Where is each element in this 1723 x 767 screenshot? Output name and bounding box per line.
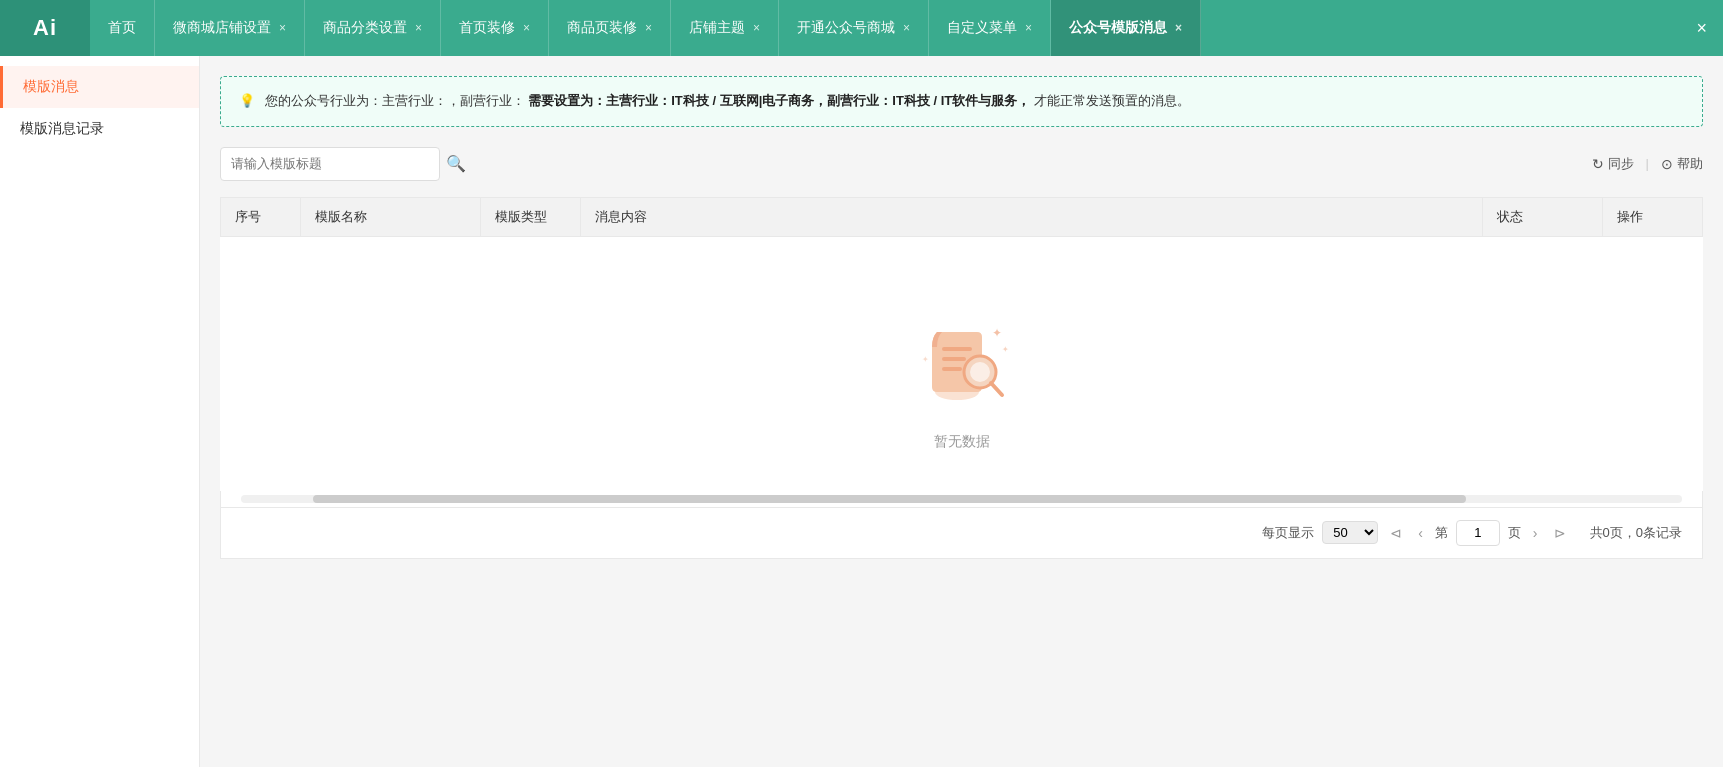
tab-close-icon[interactable]: × [1025, 21, 1032, 35]
search-icon: 🔍 [446, 155, 466, 172]
svg-rect-1 [942, 347, 972, 351]
col-header-status: 状态 [1483, 197, 1603, 236]
svg-rect-3 [942, 367, 962, 371]
notice-prefix: 您的公众号行业为：主营行业：，副营行业： [265, 93, 525, 108]
tab-home[interactable]: 首页 [90, 0, 155, 56]
svg-line-6 [991, 383, 1002, 395]
tab-bar: Ai 首页微商城店铺设置×商品分类设置×首页装修×商品页装修×店铺主题×开通公众… [0, 0, 1723, 56]
tab-open-wechat[interactable]: 开通公众号商城 × [779, 0, 929, 56]
scroll-bar-container [220, 491, 1703, 508]
data-table: 序号模版名称模版类型消息内容状态操作 [220, 197, 1703, 491]
notice-icon: 💡 [239, 93, 255, 108]
tab-weshop-settings[interactable]: 微商城店铺设置 × [155, 0, 305, 56]
scroll-bar-track [241, 495, 1682, 503]
sidebar: 模版消息模版消息记录 [0, 56, 200, 767]
tab-label: 公众号模版消息 [1069, 19, 1167, 37]
empty-text: 暂无数据 [934, 433, 990, 451]
toolbar-right: ↻ 同步 | ⊙ 帮助 [1592, 155, 1703, 173]
tab-label: 商品页装修 [567, 19, 637, 37]
page-label: 第 [1435, 524, 1448, 542]
tab-close-icon[interactable]: × [1175, 21, 1182, 35]
svg-point-5 [970, 362, 990, 382]
svg-text:✦: ✦ [922, 355, 929, 364]
tab-close-icon[interactable]: × [645, 21, 652, 35]
help-button[interactable]: ⊙ 帮助 [1661, 155, 1703, 173]
svg-text:✦: ✦ [1002, 345, 1009, 354]
svg-text:✦: ✦ [992, 326, 1002, 340]
page-size-select[interactable]: 102050100 [1322, 521, 1378, 544]
first-page-button[interactable]: ⊲ [1386, 523, 1406, 543]
next-page-button[interactable]: › [1529, 523, 1542, 543]
empty-illustration: ✦ ✦ ✦ [902, 297, 1022, 417]
empty-state: ✦ ✦ ✦ 暂无数据 [221, 237, 1703, 491]
scroll-bar-thumb[interactable] [313, 495, 1466, 503]
col-header-message-content: 消息内容 [581, 197, 1483, 236]
notice-highlight: 需要设置为：主营行业：IT科技 / 互联网|电子商务，副营行业：IT科技 / I… [528, 93, 1030, 108]
toolbar-divider: | [1646, 156, 1649, 171]
sync-icon: ↻ [1592, 156, 1604, 172]
tab-label: 店铺主题 [689, 19, 745, 37]
svg-rect-2 [942, 357, 966, 361]
page-suffix: 页 [1508, 524, 1521, 542]
tab-close-icon[interactable]: × [415, 21, 422, 35]
prev-page-button[interactable]: ‹ [1414, 523, 1427, 543]
tab-label: 首页装修 [459, 19, 515, 37]
sync-button[interactable]: ↻ 同步 [1592, 155, 1634, 173]
tab-close-icon[interactable]: × [523, 21, 530, 35]
col-header-template-type: 模版类型 [481, 197, 581, 236]
tab-close-icon[interactable]: × [753, 21, 760, 35]
close-all-button[interactable]: × [1680, 18, 1723, 39]
content-area: 💡 您的公众号行业为：主营行业：，副营行业： 需要设置为：主营行业：IT科技 /… [200, 56, 1723, 767]
sync-label: 同步 [1608, 155, 1634, 173]
search-bar: 🔍 ↻ 同步 | ⊙ 帮助 [220, 147, 1703, 181]
tab-label: 首页 [108, 19, 136, 37]
main-container: 模版消息模版消息记录 💡 您的公众号行业为：主营行业：，副营行业： 需要设置为：… [0, 56, 1723, 767]
tab-label: 开通公众号商城 [797, 19, 895, 37]
logo: Ai [0, 0, 90, 56]
help-label: 帮助 [1677, 155, 1703, 173]
total-label: 共0页，0条记录 [1590, 524, 1682, 542]
sidebar-item-template-message[interactable]: 模版消息 [0, 66, 199, 108]
logo-text: Ai [33, 15, 57, 41]
tab-product-category[interactable]: 商品分类设置 × [305, 0, 441, 56]
last-page-button[interactable]: ⊳ [1550, 523, 1570, 543]
notice-suffix: 才能正常发送预置的消息。 [1034, 93, 1190, 108]
notice-box: 💡 您的公众号行业为：主营行业：，副营行业： 需要设置为：主营行业：IT科技 /… [220, 76, 1703, 127]
search-button[interactable]: 🔍 [446, 154, 466, 173]
tab-custom-menu[interactable]: 自定义菜单 × [929, 0, 1051, 56]
tab-label: 商品分类设置 [323, 19, 407, 37]
col-header-template-name: 模版名称 [301, 197, 481, 236]
sidebar-item-template-record[interactable]: 模版消息记录 [0, 108, 199, 150]
tab-template-msg[interactable]: 公众号模版消息 × [1051, 0, 1201, 56]
pagination: 每页显示 102050100 ⊲ ‹ 第 页 › ⊳ 共0页，0条记录 [220, 508, 1703, 559]
tab-product-decor[interactable]: 商品页装修 × [549, 0, 671, 56]
current-page-input[interactable] [1456, 520, 1500, 546]
help-icon: ⊙ [1661, 156, 1673, 172]
tab-label: 微商城店铺设置 [173, 19, 271, 37]
col-header-action: 操作 [1603, 197, 1703, 236]
page-size-label: 每页显示 [1262, 524, 1314, 542]
col-header-index: 序号 [221, 197, 301, 236]
tab-close-icon[interactable]: × [279, 21, 286, 35]
tab-close-icon[interactable]: × [903, 21, 910, 35]
tab-label: 自定义菜单 [947, 19, 1017, 37]
search-input[interactable] [220, 147, 440, 181]
tab-home-decor[interactable]: 首页装修 × [441, 0, 549, 56]
tab-shop-theme[interactable]: 店铺主题 × [671, 0, 779, 56]
